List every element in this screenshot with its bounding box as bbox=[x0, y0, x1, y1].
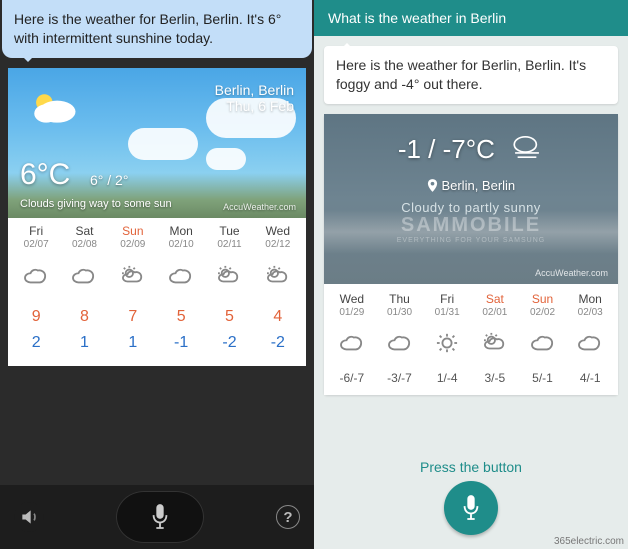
bottom-bar: ? bbox=[0, 485, 314, 549]
forecast-range: 5/-1 bbox=[519, 367, 567, 385]
location: Berlin, Berlin bbox=[441, 178, 515, 193]
forecast-col: Sat02/08 bbox=[60, 224, 108, 250]
forecast-lo: -2 bbox=[254, 330, 302, 356]
forecast-grid: Wed01/29Thu01/30Fri01/31Sat02/01Sun02/02… bbox=[324, 284, 618, 395]
query-header: What is the weather in Berlin bbox=[314, 0, 628, 36]
forecast-col: Fri01/31 bbox=[423, 292, 471, 318]
forecast-col: Fri02/07 bbox=[12, 224, 60, 250]
forecast-col: Mon02/03 bbox=[566, 292, 614, 318]
forecast-col: Wed02/12 bbox=[254, 224, 302, 250]
forecast-lo: 1 bbox=[60, 330, 108, 356]
weather-card[interactable]: -1 / -7°C Berlin, Berlin Cloudy to partl… bbox=[324, 114, 618, 395]
date: Thu, 6 Feb bbox=[215, 98, 294, 114]
temp-range: -1 / -7°C bbox=[398, 134, 495, 164]
attribution: AccuWeather.com bbox=[223, 202, 296, 212]
forecast-icon-cloud bbox=[328, 332, 376, 357]
forecast-lo: 2 bbox=[12, 330, 60, 356]
weather-hero: Berlin, Berlin Thu, 6 Feb 6°C 6° / 2° Cl… bbox=[8, 68, 306, 218]
forecast-icon-cloud bbox=[519, 332, 567, 357]
forecast-col: Mon02/10 bbox=[157, 224, 205, 250]
forecast-col: Thu01/30 bbox=[376, 292, 424, 318]
forecast-icon-partly bbox=[471, 332, 519, 357]
forecast-icon-partly bbox=[254, 265, 302, 290]
forecast-icon-cloud bbox=[376, 332, 424, 357]
speaker-icon[interactable] bbox=[14, 502, 44, 532]
condition-text: Clouds giving way to some sun bbox=[20, 198, 172, 210]
left-panel: Here is the weather for Berlin, Berlin. … bbox=[0, 0, 314, 549]
right-panel: What is the weather in Berlin Here is th… bbox=[314, 0, 628, 549]
forecast-hi: 8 bbox=[60, 304, 108, 330]
forecast-range: -3/-7 bbox=[376, 367, 424, 385]
attribution: AccuWeather.com bbox=[535, 268, 608, 278]
forecast-col: Sat02/01 bbox=[471, 292, 519, 318]
forecast-col: Sun02/02 bbox=[519, 292, 567, 318]
press-hint: Press the button bbox=[314, 451, 628, 481]
forecast-icon-cloud bbox=[60, 265, 108, 290]
forecast-lo: -1 bbox=[157, 330, 205, 356]
weather-hero: -1 / -7°C Berlin, Berlin Cloudy to partl… bbox=[324, 114, 618, 284]
hi-lo: 6° / 2° bbox=[90, 172, 128, 188]
assistant-bubble: Here is the weather for Berlin, Berlin. … bbox=[324, 46, 618, 104]
forecast-range: 4/-1 bbox=[566, 367, 614, 385]
forecast-col: Wed01/29 bbox=[328, 292, 376, 318]
forecast-hi: 5 bbox=[157, 304, 205, 330]
current-temp: 6°C bbox=[20, 158, 70, 192]
partly-cloudy-icon bbox=[26, 86, 81, 131]
weather-card[interactable]: Berlin, Berlin Thu, 6 Feb 6°C 6° / 2° Cl… bbox=[8, 68, 306, 366]
forecast-range: 1/-4 bbox=[423, 367, 471, 385]
forecast-icon-cloud bbox=[12, 265, 60, 290]
forecast-icon-partly bbox=[205, 265, 253, 290]
forecast-lo: 1 bbox=[109, 330, 157, 356]
mic-button[interactable] bbox=[116, 491, 204, 543]
forecast-lo: -2 bbox=[205, 330, 253, 356]
source-credit: 365electric.com bbox=[554, 536, 624, 547]
forecast-hi: 9 bbox=[12, 304, 60, 330]
help-icon[interactable]: ? bbox=[276, 505, 300, 529]
forecast-col: Sun02/09 bbox=[109, 224, 157, 250]
forecast-range: -6/-7 bbox=[328, 367, 376, 385]
forecast-icon-cloud bbox=[566, 332, 614, 357]
pin-icon bbox=[427, 178, 442, 193]
condition-text: Cloudy to partly sunny bbox=[324, 200, 618, 215]
forecast-icon-partly bbox=[109, 265, 157, 290]
forecast-col: Tue02/11 bbox=[205, 224, 253, 250]
forecast-hi: 5 bbox=[205, 304, 253, 330]
assistant-bubble: Here is the weather for Berlin, Berlin. … bbox=[2, 0, 312, 58]
forecast-grid: Fri02/07Sat02/08Sun02/09Mon02/10Tue02/11… bbox=[8, 218, 306, 366]
mic-button[interactable] bbox=[444, 481, 498, 535]
forecast-icon-cloud bbox=[157, 265, 205, 290]
watermark: SAMMOBILE EVERYTHING FOR YOUR SAMSUNG bbox=[324, 214, 618, 244]
forecast-range: 3/-5 bbox=[471, 367, 519, 385]
fog-icon bbox=[510, 134, 544, 167]
forecast-icon-sun bbox=[423, 332, 471, 357]
location: Berlin, Berlin bbox=[215, 82, 294, 98]
forecast-hi: 4 bbox=[254, 304, 302, 330]
forecast-hi: 7 bbox=[109, 304, 157, 330]
